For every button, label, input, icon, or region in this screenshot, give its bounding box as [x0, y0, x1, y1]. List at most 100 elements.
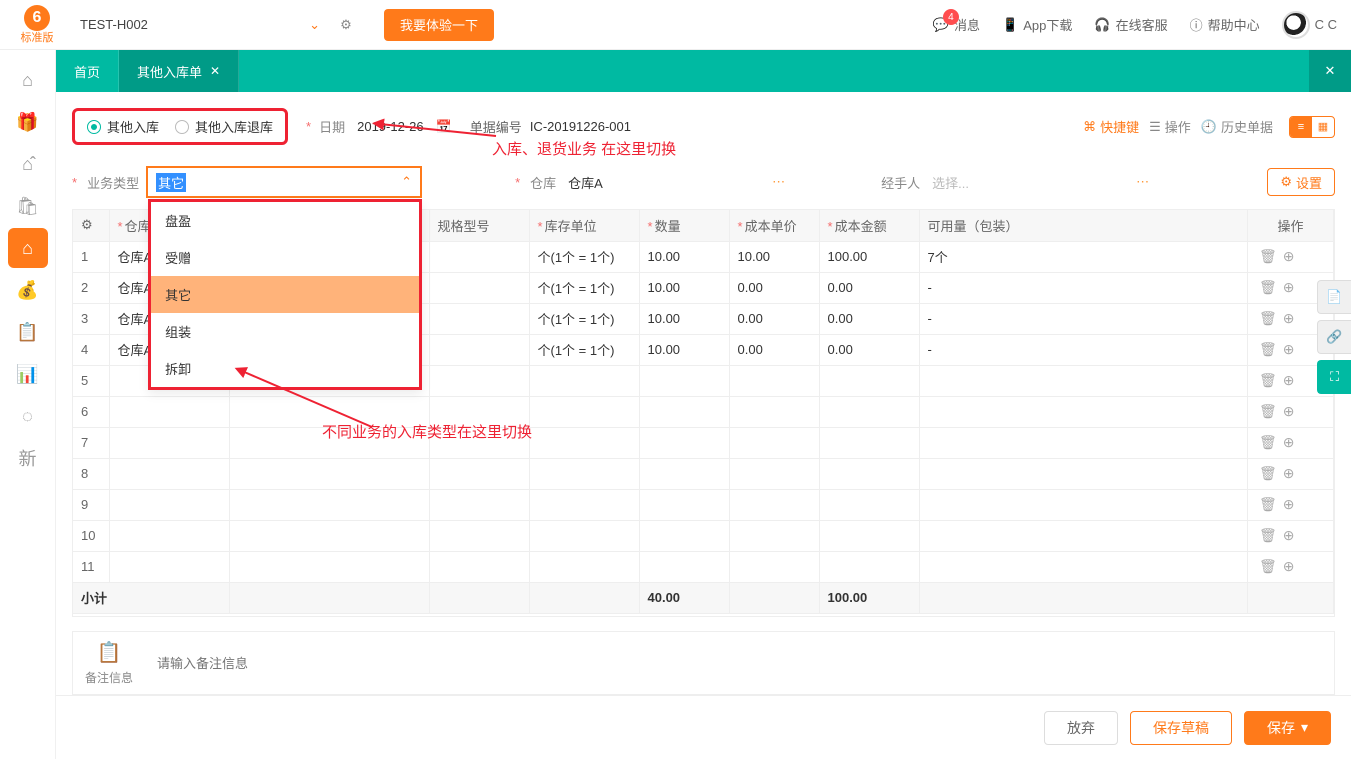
cell-qty[interactable]: [639, 551, 729, 582]
cell-unit[interactable]: 个(1个 = 1个): [529, 334, 639, 365]
cell-qty[interactable]: [639, 489, 729, 520]
cell-warehouse[interactable]: [109, 458, 229, 489]
table-row[interactable]: 7🗑⊕: [73, 427, 1334, 458]
delete-icon[interactable]: 🗑: [1259, 372, 1277, 388]
more-icon[interactable]: ⋯: [1136, 174, 1151, 190]
copy-icon[interactable]: ⊕: [1283, 403, 1295, 419]
biz-type-select[interactable]: 其它 ⌃ 盘盈 受赠 其它 组装 拆卸: [147, 167, 421, 197]
cell-price[interactable]: [729, 551, 819, 582]
settings-icon[interactable]: ⚙: [330, 17, 362, 33]
copy-icon[interactable]: ⊕: [1283, 341, 1295, 357]
cell-price[interactable]: [729, 365, 819, 396]
cell-amount[interactable]: 0.00: [819, 272, 919, 303]
sidebar-report-icon[interactable]: 📊: [8, 354, 48, 394]
delete-icon[interactable]: 🗑: [1259, 248, 1277, 264]
sidebar-warehouse-icon[interactable]: ⌂: [8, 228, 48, 268]
cell-qty[interactable]: [639, 520, 729, 551]
sidebar-money-icon[interactable]: 💰: [8, 270, 48, 310]
cell-qty[interactable]: 10.00: [639, 241, 729, 272]
cell-price[interactable]: 0.00: [729, 272, 819, 303]
copy-icon[interactable]: ⊕: [1283, 558, 1295, 574]
cell-spec[interactable]: [429, 427, 529, 458]
cell-spec[interactable]: [429, 458, 529, 489]
cell-unit[interactable]: [529, 551, 639, 582]
cell-amount[interactable]: [819, 551, 919, 582]
table-row[interactable]: 9🗑⊕: [73, 489, 1334, 520]
cell-amount[interactable]: 0.00: [819, 334, 919, 365]
radio-other-in[interactable]: 其他入库: [87, 117, 159, 136]
delete-icon[interactable]: 🗑: [1259, 310, 1277, 326]
dropdown-option[interactable]: 其它: [151, 276, 419, 313]
table-row[interactable]: 11🗑⊕: [73, 551, 1334, 582]
cell-amount[interactable]: [819, 458, 919, 489]
cell-spec[interactable]: [429, 489, 529, 520]
online-service-button[interactable]: 🎧 在线客服: [1094, 15, 1167, 34]
cell-unit[interactable]: [529, 427, 639, 458]
dropdown-option[interactable]: 受赠: [151, 239, 419, 276]
float-notes-icon[interactable]: 📄: [1317, 280, 1351, 314]
cell-spec[interactable]: [429, 520, 529, 551]
sidebar-house-icon[interactable]: ⌂̂: [8, 144, 48, 184]
float-link-icon[interactable]: 🔗: [1317, 320, 1351, 354]
sidebar-home-icon[interactable]: ⌂: [8, 60, 48, 100]
cell-scan[interactable]: [229, 396, 429, 427]
cell-unit[interactable]: [529, 458, 639, 489]
cell-unit[interactable]: [529, 489, 639, 520]
table-row[interactable]: 10🗑⊕: [73, 520, 1334, 551]
more-icon[interactable]: ⋯: [772, 174, 787, 190]
cell-scan[interactable]: [229, 520, 429, 551]
cell-scan[interactable]: [229, 551, 429, 582]
dropdown-option[interactable]: 组装: [151, 313, 419, 350]
cell-unit[interactable]: 个(1个 = 1个): [529, 272, 639, 303]
cell-spec[interactable]: [429, 396, 529, 427]
delete-icon[interactable]: 🗑: [1259, 341, 1277, 357]
cell-qty[interactable]: 10.00: [639, 334, 729, 365]
cell-scan[interactable]: [229, 489, 429, 520]
cell-spec[interactable]: [429, 365, 529, 396]
calendar-icon[interactable]: 📅: [436, 119, 452, 135]
cell-price[interactable]: 0.00: [729, 334, 819, 365]
delete-icon[interactable]: 🗑: [1259, 403, 1277, 419]
cell-qty[interactable]: [639, 427, 729, 458]
view-toggle-list-icon[interactable]: ≡: [1290, 117, 1312, 137]
radio-other-in-return[interactable]: 其他入库退库: [175, 117, 273, 136]
cell-price[interactable]: [729, 427, 819, 458]
operate-button[interactable]: ☰操作: [1149, 117, 1191, 136]
cell-warehouse[interactable]: [109, 396, 229, 427]
copy-icon[interactable]: ⊕: [1283, 248, 1295, 264]
view-toggle-grid-icon[interactable]: ▦: [1312, 117, 1334, 137]
copy-icon[interactable]: ⊕: [1283, 465, 1295, 481]
handler-placeholder[interactable]: 选择...: [928, 173, 1128, 192]
tenant-select[interactable]: TEST-H002 ⌄: [70, 9, 330, 41]
sidebar-clipboard-icon[interactable]: 📋: [8, 312, 48, 352]
tab-current[interactable]: 其他入库单 ✕: [119, 50, 239, 92]
cell-qty[interactable]: [639, 396, 729, 427]
cell-price[interactable]: 10.00: [729, 241, 819, 272]
copy-icon[interactable]: ⊕: [1283, 310, 1295, 326]
cell-warehouse[interactable]: [109, 489, 229, 520]
cell-warehouse[interactable]: [109, 551, 229, 582]
copy-icon[interactable]: ⊕: [1283, 279, 1295, 295]
cell-amount[interactable]: [819, 489, 919, 520]
cell-price[interactable]: 0.00: [729, 303, 819, 334]
cell-amount[interactable]: 0.00: [819, 303, 919, 334]
messages-button[interactable]: 💬 消息 4: [933, 15, 980, 34]
cell-qty[interactable]: [639, 458, 729, 489]
dropdown-option[interactable]: 盘盈: [151, 202, 419, 239]
cell-spec[interactable]: [429, 334, 529, 365]
tab-home[interactable]: 首页: [56, 50, 119, 92]
copy-icon[interactable]: ⊕: [1283, 527, 1295, 543]
cell-unit[interactable]: 个(1个 = 1个): [529, 303, 639, 334]
table-row[interactable]: 6🗑⊕: [73, 396, 1334, 427]
help-center-button[interactable]: ⓘ 帮助中心: [1190, 15, 1260, 34]
app-download-button[interactable]: 📱 App下载: [1002, 15, 1072, 34]
delete-icon[interactable]: 🗑: [1259, 558, 1277, 574]
close-icon[interactable]: ✕: [210, 64, 220, 78]
delete-icon[interactable]: 🗑: [1259, 496, 1277, 512]
cell-warehouse[interactable]: [109, 520, 229, 551]
warehouse-value[interactable]: 仓库A: [564, 173, 764, 192]
float-expand-icon[interactable]: ⛶: [1317, 360, 1351, 394]
discard-button[interactable]: 放弃: [1044, 711, 1118, 745]
copy-icon[interactable]: ⊕: [1283, 496, 1295, 512]
date-field[interactable]: * 日期 2019-12-26 📅: [306, 117, 452, 136]
